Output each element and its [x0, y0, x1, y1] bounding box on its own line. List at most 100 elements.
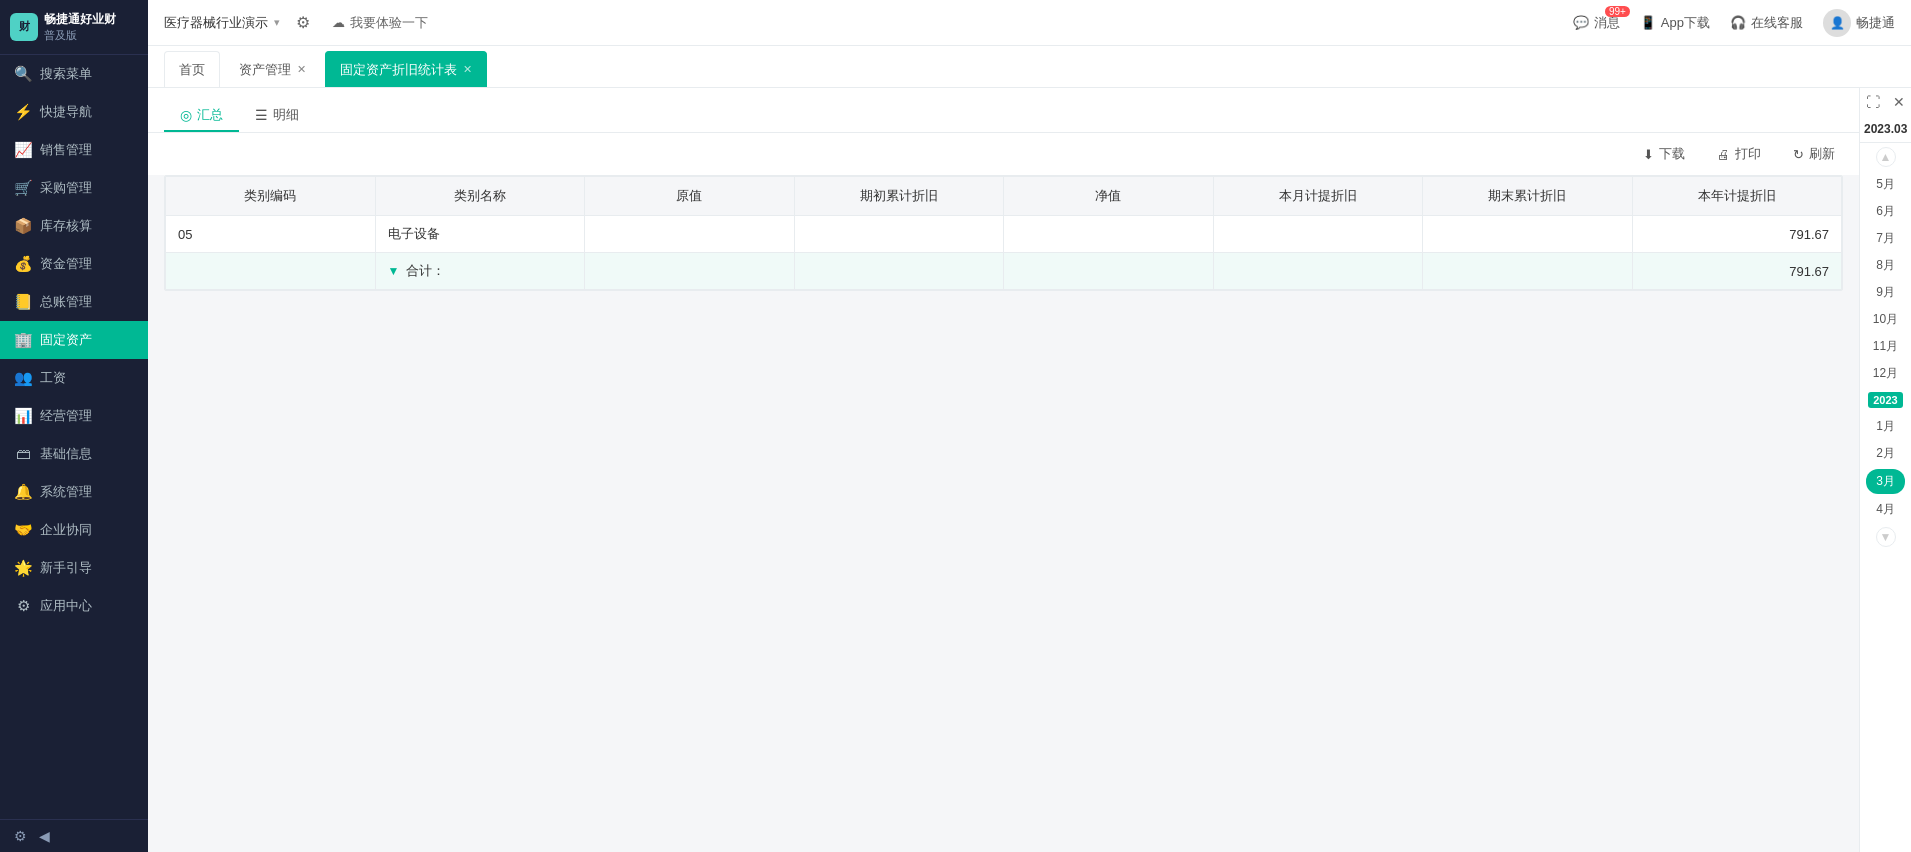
sidebar-item-sales[interactable]: 📈 销售管理 — [0, 131, 148, 169]
company-selector[interactable]: 医疗器械行业演示 ▾ — [164, 14, 280, 32]
collapse-button[interactable]: ◀ — [39, 828, 50, 844]
col-original-value: 原值 — [585, 177, 795, 216]
print-button[interactable]: 🖨 打印 — [1709, 141, 1769, 167]
panel-nav-up[interactable]: ▲ — [1876, 147, 1896, 167]
download-button[interactable]: ⬇ 下载 — [1635, 141, 1693, 167]
depreciation-table: 类别编码 类别名称 原值 期初累计折旧 净值 本月计提折旧 期末累计折旧 本年计… — [165, 176, 1842, 290]
sidebar-item-inventory[interactable]: 📦 库存核算 — [0, 207, 148, 245]
tab-home[interactable]: 首页 — [164, 51, 220, 87]
sidebar-label-sales: 销售管理 — [40, 141, 92, 159]
month-9[interactable]: 9月 — [1860, 279, 1911, 306]
row-monthly-dep — [1213, 216, 1423, 253]
tab-asset-mgmt-close-icon[interactable]: ✕ — [297, 63, 306, 76]
sidebar-label-ledger: 总账管理 — [40, 293, 92, 311]
row-name: 电子设备 — [375, 216, 585, 253]
app-title: 畅捷通好业财 — [44, 12, 116, 28]
refresh-icon: ↻ — [1793, 147, 1804, 162]
panel-close-icon[interactable]: ✕ — [1893, 94, 1905, 110]
year-badge: 2023 — [1868, 392, 1902, 408]
month-7[interactable]: 7月 — [1860, 225, 1911, 252]
topbar-right: 💬 消息 99+ 📱 App下载 🎧 在线客服 👤 畅捷通 — [1573, 9, 1895, 37]
sidebar-item-app-center[interactable]: ⚙ 应用中心 — [0, 587, 148, 625]
sidebar-label-fixed-assets: 固定资产 — [40, 331, 92, 349]
month-11[interactable]: 11月 — [1860, 333, 1911, 360]
month-4[interactable]: 4月 — [1860, 496, 1911, 523]
settings-gear-icon[interactable]: ⚙ — [296, 13, 310, 32]
finance-icon: 💰 — [14, 255, 32, 273]
sales-icon: 📈 — [14, 141, 32, 159]
sidebar-item-operations[interactable]: 📊 经营管理 — [0, 397, 148, 435]
panel-nav-down[interactable]: ▼ — [1876, 527, 1896, 547]
row-net-value — [1004, 216, 1214, 253]
print-label: 打印 — [1735, 145, 1761, 163]
sidebar-item-finance[interactable]: 💰 资金管理 — [0, 245, 148, 283]
sidebar-item-payroll[interactable]: 👥 工资 — [0, 359, 148, 397]
tab-depreciation-table[interactable]: 固定资产折旧统计表 ✕ — [325, 51, 487, 87]
month-list: 5月 6月 7月 8月 9月 10月 11月 12月 2023 1月 2月 3月… — [1860, 171, 1911, 523]
toolbar: ⬇ 下载 🖨 打印 ↻ 刷新 — [148, 133, 1859, 175]
sidebar-label-search: 搜索菜单 — [40, 65, 92, 83]
avatar: 👤 — [1823, 9, 1851, 37]
sidebar-item-system[interactable]: 🔔 系统管理 — [0, 473, 148, 511]
download-icon: ⬇ — [1643, 147, 1654, 162]
month-5[interactable]: 5月 — [1860, 171, 1911, 198]
summary-icon: ◎ — [180, 107, 192, 123]
sidebar-item-basic-info[interactable]: 🗃 基础信息 — [0, 435, 148, 473]
message-icon: 💬 — [1573, 15, 1589, 30]
month-1[interactable]: 1月 — [1860, 413, 1911, 440]
sidebar-label-app-center: 应用中心 — [40, 597, 92, 615]
sub-tab-detail[interactable]: ☰ 明细 — [239, 100, 315, 132]
refresh-button[interactable]: ↻ 刷新 — [1785, 141, 1843, 167]
app-download-button[interactable]: 📱 App下载 — [1640, 14, 1710, 32]
sidebar-item-cooperation[interactable]: 🤝 企业协同 — [0, 511, 148, 549]
sidebar-scroll: 🔍 搜索菜单 ⚡ 快捷导航 📈 销售管理 🛒 采购管理 📦 库存核算 💰 资金管… — [0, 55, 148, 819]
table-subtotal-row: ▼ 合计： 791.67 — [166, 253, 1842, 290]
sidebar-item-guide[interactable]: 🌟 新手引导 — [0, 549, 148, 587]
cooperation-icon: 🤝 — [14, 521, 32, 539]
table-area: 类别编码 类别名称 原值 期初累计折旧 净值 本月计提折旧 期末累计折旧 本年计… — [148, 175, 1859, 852]
sidebar-item-search[interactable]: 🔍 搜索菜单 — [0, 55, 148, 93]
sub-tab-summary[interactable]: ◎ 汇总 — [164, 100, 239, 132]
company-chevron-icon: ▾ — [274, 16, 280, 29]
user-name: 畅捷通 — [1856, 14, 1895, 32]
sidebar-label-operations: 经营管理 — [40, 407, 92, 425]
sidebar-item-purchase[interactable]: 🛒 采购管理 — [0, 169, 148, 207]
sidebar-item-fixed-assets[interactable]: 🏢 固定资产 — [0, 321, 148, 359]
inventory-icon: 📦 — [14, 217, 32, 235]
sidebar-logo: 财 畅捷通好业财 普及版 — [0, 0, 148, 55]
col-beginning-dep: 期初累计折旧 — [794, 177, 1004, 216]
col-name: 类别名称 — [375, 177, 585, 216]
user-avatar[interactable]: 👤 畅捷通 — [1823, 9, 1895, 37]
sidebar-item-ledger[interactable]: 📒 总账管理 — [0, 283, 148, 321]
subtotal-empty1 — [166, 253, 376, 290]
print-icon: 🖨 — [1717, 147, 1730, 162]
experience-button[interactable]: ☁ 我要体验一下 — [322, 10, 438, 36]
customer-service-button[interactable]: 🎧 在线客服 — [1730, 14, 1803, 32]
main: 医疗器械行业演示 ▾ ⚙ ☁ 我要体验一下 💬 消息 99+ 📱 App下载 🎧… — [148, 0, 1911, 852]
tab-asset-mgmt[interactable]: 资产管理 ✕ — [224, 51, 321, 87]
message-button[interactable]: 💬 消息 99+ — [1573, 14, 1620, 32]
sidebar-label-purchase: 采购管理 — [40, 179, 92, 197]
download-label: 下载 — [1659, 145, 1685, 163]
payroll-icon: 👥 — [14, 369, 32, 387]
system-icon: 🔔 — [14, 483, 32, 501]
settings-button[interactable]: ⚙ — [14, 828, 27, 844]
tab-depreciation-close-icon[interactable]: ✕ — [463, 63, 472, 76]
guide-icon: 🌟 — [14, 559, 32, 577]
month-2[interactable]: 2月 — [1860, 440, 1911, 467]
month-8[interactable]: 8月 — [1860, 252, 1911, 279]
sidebar-footer: ⚙ ◀ — [0, 819, 148, 852]
panel-expand-icon[interactable]: ⛶ — [1866, 94, 1880, 110]
col-monthly-dep: 本月计提折旧 — [1213, 177, 1423, 216]
sidebar-label-inventory: 库存核算 — [40, 217, 92, 235]
table-row: 05 电子设备 791.67 — [166, 216, 1842, 253]
row-ending-dep — [1423, 216, 1633, 253]
row-code: 05 — [166, 216, 376, 253]
tab-home-label: 首页 — [179, 61, 205, 79]
month-12[interactable]: 12月 — [1860, 360, 1911, 387]
month-3-current[interactable]: 3月 — [1866, 469, 1905, 494]
quick-nav-icon: ⚡ — [14, 103, 32, 121]
sidebar-item-quick-nav[interactable]: ⚡ 快捷导航 — [0, 93, 148, 131]
month-10[interactable]: 10月 — [1860, 306, 1911, 333]
month-6[interactable]: 6月 — [1860, 198, 1911, 225]
